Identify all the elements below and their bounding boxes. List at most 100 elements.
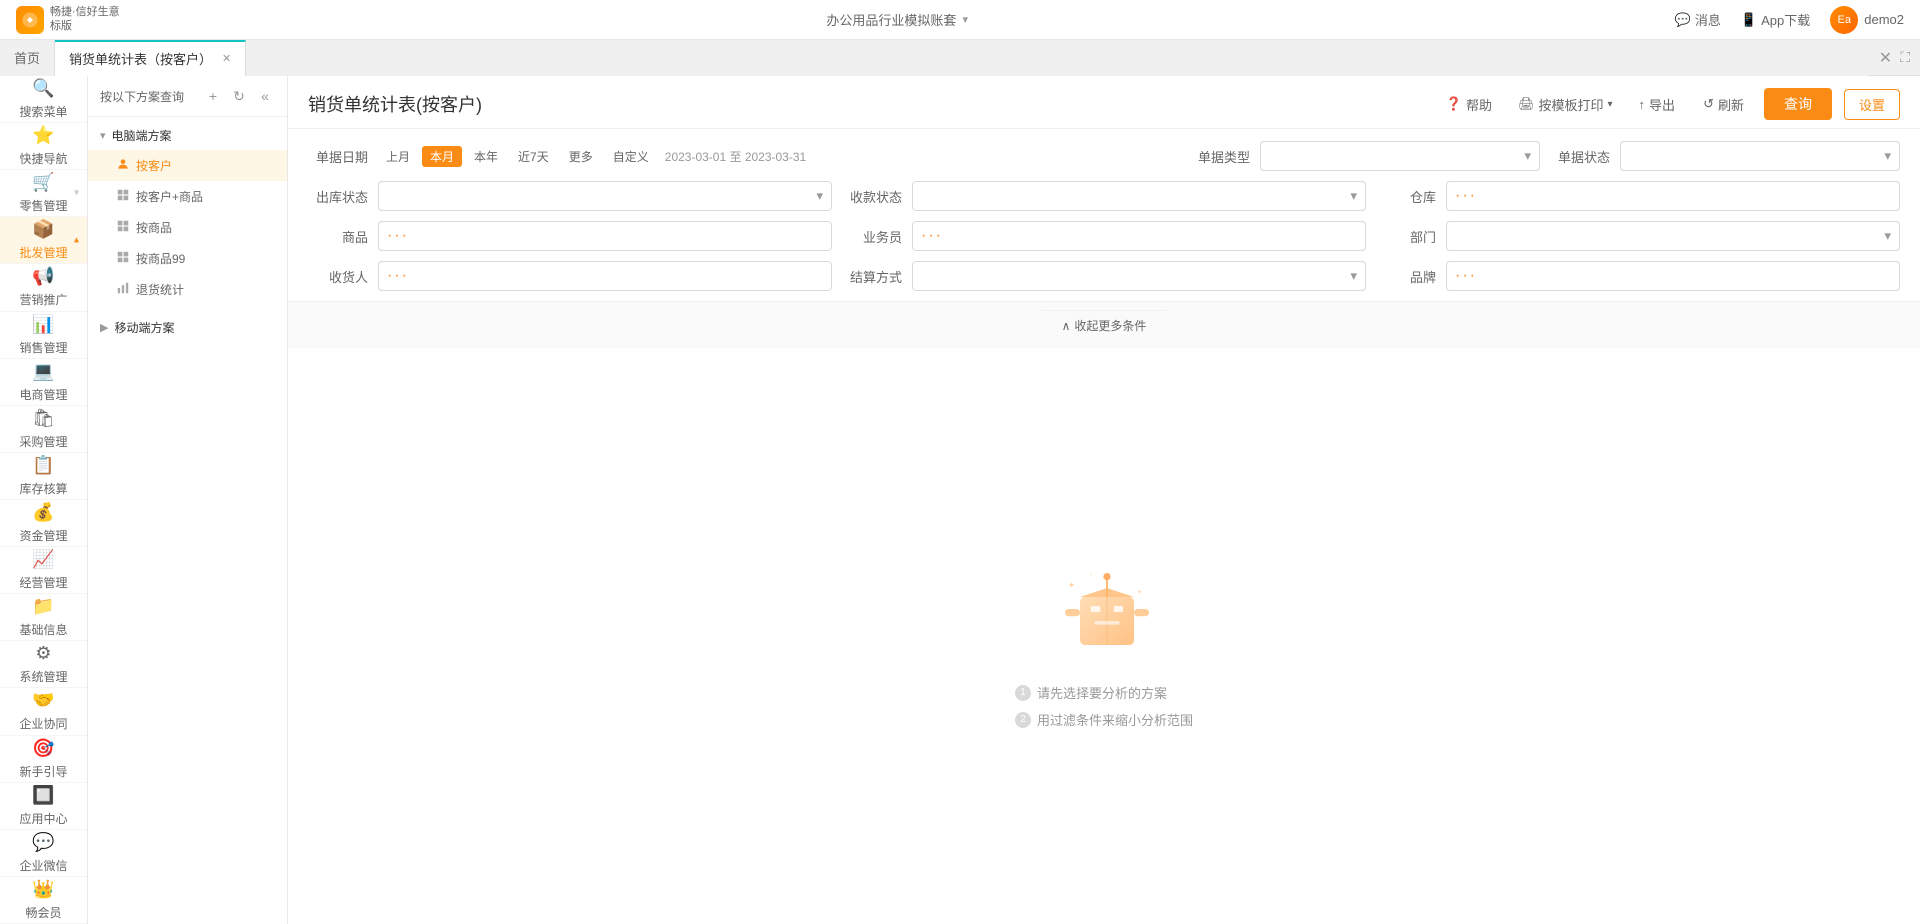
delivery-label: 出库状态 (308, 187, 368, 206)
system-icon: ⚙ (35, 643, 51, 664)
page-header: 销货单统计表(按客户) ❓ 帮助 🖨 按模板打印 ▾ ↑ 导出 ↺ 刷新 (288, 76, 1920, 129)
refresh-button[interactable]: ↺ 刷新 (1695, 91, 1752, 118)
salesperson-select[interactable]: ··· (912, 221, 1366, 251)
goods-select[interactable]: ··· (378, 221, 832, 251)
date-btn-thisyear[interactable]: 本年 (466, 146, 506, 167)
department-label: 部门 (1376, 227, 1436, 246)
sidebar-item-member[interactable]: 👑 畅会员 (0, 877, 87, 924)
refresh-icon: ↺ (1703, 96, 1714, 112)
top-header: 畅捷·信好生意 标版 办公用品行业模拟账套 ▾ 💬 消息 📱 App下载 Ea … (0, 0, 1920, 40)
order-status-label: 单据状态 (1550, 147, 1610, 166)
order-type-select[interactable]: ▾ (1260, 141, 1540, 171)
order-type-label: 单据类型 (1190, 147, 1250, 166)
help-button[interactable]: ❓ 帮助 (1438, 91, 1500, 118)
export-button[interactable]: ↑ 导出 (1631, 91, 1684, 118)
date-btn-thismonth[interactable]: 本月 (422, 146, 462, 167)
star-icon: ⭐ (32, 125, 54, 146)
sidebar-item-shortcut[interactable]: ⭐ 快捷导航 (0, 123, 87, 170)
window-close-icon[interactable]: ✕ (1879, 48, 1892, 68)
logo-text: 畅捷·信好生意 标版 (50, 6, 120, 32)
purchase-icon: 🛍 (32, 408, 55, 429)
guide-icon: 🎯 (32, 738, 54, 759)
page-header-actions: ❓ 帮助 🖨 按模板打印 ▾ ↑ 导出 ↺ 刷新 查询 设置 (1438, 88, 1900, 120)
sidebar-item-sales[interactable]: 📊 销售管理 (0, 312, 87, 359)
message-icon: 💬 (1675, 12, 1691, 28)
scheme-group-mobile-header[interactable]: ▶ 移动端方案 (88, 313, 287, 342)
refresh-scheme-button[interactable]: ↻ (229, 86, 249, 106)
logo-area: 畅捷·信好生意 标版 (16, 6, 120, 34)
window-maximize-icon[interactable]: ⛶ (1900, 49, 1910, 66)
export-icon: ↑ (1639, 97, 1646, 112)
empty-illustration: ✦ ✦ ✦ (1044, 543, 1164, 663)
settlement-select[interactable]: ▾ (912, 261, 1366, 291)
scheme-item-customer[interactable]: 按客户 (88, 150, 287, 181)
payment-label: 收款状态 (842, 187, 902, 206)
scheme-item-goods[interactable]: 按商品 (88, 212, 287, 243)
salesperson-label: 业务员 (842, 227, 902, 246)
sidebar-item-finance[interactable]: 💰 资金管理 (0, 500, 87, 547)
sidebar-item-apps[interactable]: 🔲 应用中心 (0, 783, 87, 830)
warehouse-select[interactable]: ··· (1446, 181, 1900, 211)
sidebar-item-guide[interactable]: 🎯 新手引导 (0, 736, 87, 783)
tab-sales-stat[interactable]: 销货单统计表（按客户） ✕ (55, 40, 246, 76)
settlement-label: 结算方式 (842, 267, 902, 286)
query-button[interactable]: 查询 (1764, 88, 1832, 120)
inventory-icon: 📋 (32, 455, 54, 476)
department-select[interactable]: ▾ (1446, 221, 1900, 251)
empty-tip-1: 1 请先选择要分析的方案 (1015, 683, 1193, 702)
wholesale-icon: 📦 (32, 219, 54, 240)
date-btn-custom[interactable]: 自定义 (605, 146, 657, 167)
arrow-icon: ▾ (74, 188, 79, 199)
sales-icon: 📊 (32, 314, 54, 335)
message-button[interactable]: 💬 消息 (1675, 10, 1721, 29)
tab-home[interactable]: 首页 (0, 40, 55, 76)
scheme-group-mobile: ▶ 移动端方案 (88, 309, 287, 346)
add-scheme-button[interactable]: + (203, 86, 223, 106)
date-btn-7days[interactable]: 近7天 (510, 146, 557, 167)
brand-select[interactable]: ··· (1446, 261, 1900, 291)
order-status-select[interactable]: ▾ (1620, 141, 1900, 171)
sidebar-item-search[interactable]: 🔍 搜索菜单 (0, 76, 87, 123)
sidebar-item-system[interactable]: ⚙ 系统管理 (0, 641, 87, 688)
payment-select[interactable]: ▾ (912, 181, 1366, 211)
breadcrumb[interactable]: 办公用品行业模拟账套 ▾ (826, 10, 968, 29)
marketing-icon: 📢 (32, 266, 54, 287)
filter-row-1: 单据日期 上月 本月 本年 近7天 更多 自定义 2023-03-01 至 20… (308, 141, 1900, 171)
svg-text:✦: ✦ (1137, 589, 1142, 596)
logo-icon (16, 6, 44, 34)
sidebar-item-enterprise[interactable]: 🤝 企业协同 (0, 688, 87, 735)
sidebar-item-basic[interactable]: 📁 基础信息 (0, 594, 87, 641)
delivery-select[interactable]: ▾ (378, 181, 832, 211)
tab-close-icon[interactable]: ✕ (222, 52, 231, 65)
sidebar-item-wholesale[interactable]: 📦 批发管理 ▴ (0, 217, 87, 264)
date-btn-more[interactable]: 更多 (561, 146, 601, 167)
main-layout: 🔍 搜索菜单 ⭐ 快捷导航 🛒 零售管理 ▾ 📦 批发管理 ▴ 📢 营销推广 📊… (0, 76, 1920, 924)
collapse-button[interactable]: ∧ 收起更多条件 (1042, 310, 1167, 340)
empty-tip-2: 2 用过滤条件来缩小分析范围 (1015, 710, 1193, 729)
date-shortcuts: 上月 本月 本年 近7天 更多 自定义 2023-03-01 至 2023-03… (378, 146, 806, 167)
collapse-panel-button[interactable]: « (255, 86, 275, 106)
app-download-button[interactable]: 📱 App下载 (1741, 10, 1810, 29)
sidebar-item-purchase[interactable]: 🛍 采购管理 (0, 406, 87, 453)
settlement-arrow-icon: ▾ (1350, 268, 1357, 284)
sidebar-item-retail[interactable]: 🛒 零售管理 ▾ (0, 170, 87, 217)
sidebar-item-operations[interactable]: 📈 经营管理 (0, 547, 87, 594)
sidebar-item-ecommerce[interactable]: 💻 电商管理 (0, 359, 87, 406)
delivery-arrow-icon: ▾ (816, 188, 823, 204)
sidebar-item-wechat[interactable]: 💬 企业微信 (0, 830, 87, 877)
template-print-button[interactable]: 🖨 按模板打印 ▾ (1512, 91, 1619, 118)
avatar: Ea (1830, 6, 1858, 34)
settings-button[interactable]: 设置 (1844, 89, 1900, 120)
user-menu[interactable]: Ea demo2 (1830, 6, 1904, 34)
sidebar-item-inventory[interactable]: 📋 库存核算 (0, 453, 87, 500)
scheme-item-returns[interactable]: 退货统计 (88, 274, 287, 305)
receiver-select[interactable]: ··· (378, 261, 832, 291)
brand-label: 品牌 (1376, 267, 1436, 286)
apps-icon: 🔲 (32, 785, 54, 806)
date-btn-lastmonth[interactable]: 上月 (378, 146, 418, 167)
scheme-item-customer-goods[interactable]: 按客户+商品 (88, 181, 287, 212)
scheme-group-desktop-header[interactable]: ▾ 电脑端方案 (88, 121, 287, 150)
scheme-item-goods99[interactable]: 按商品99 (88, 243, 287, 274)
warehouse-label: 仓库 (1376, 187, 1436, 206)
sidebar-item-marketing[interactable]: 📢 营销推广 (0, 264, 87, 311)
